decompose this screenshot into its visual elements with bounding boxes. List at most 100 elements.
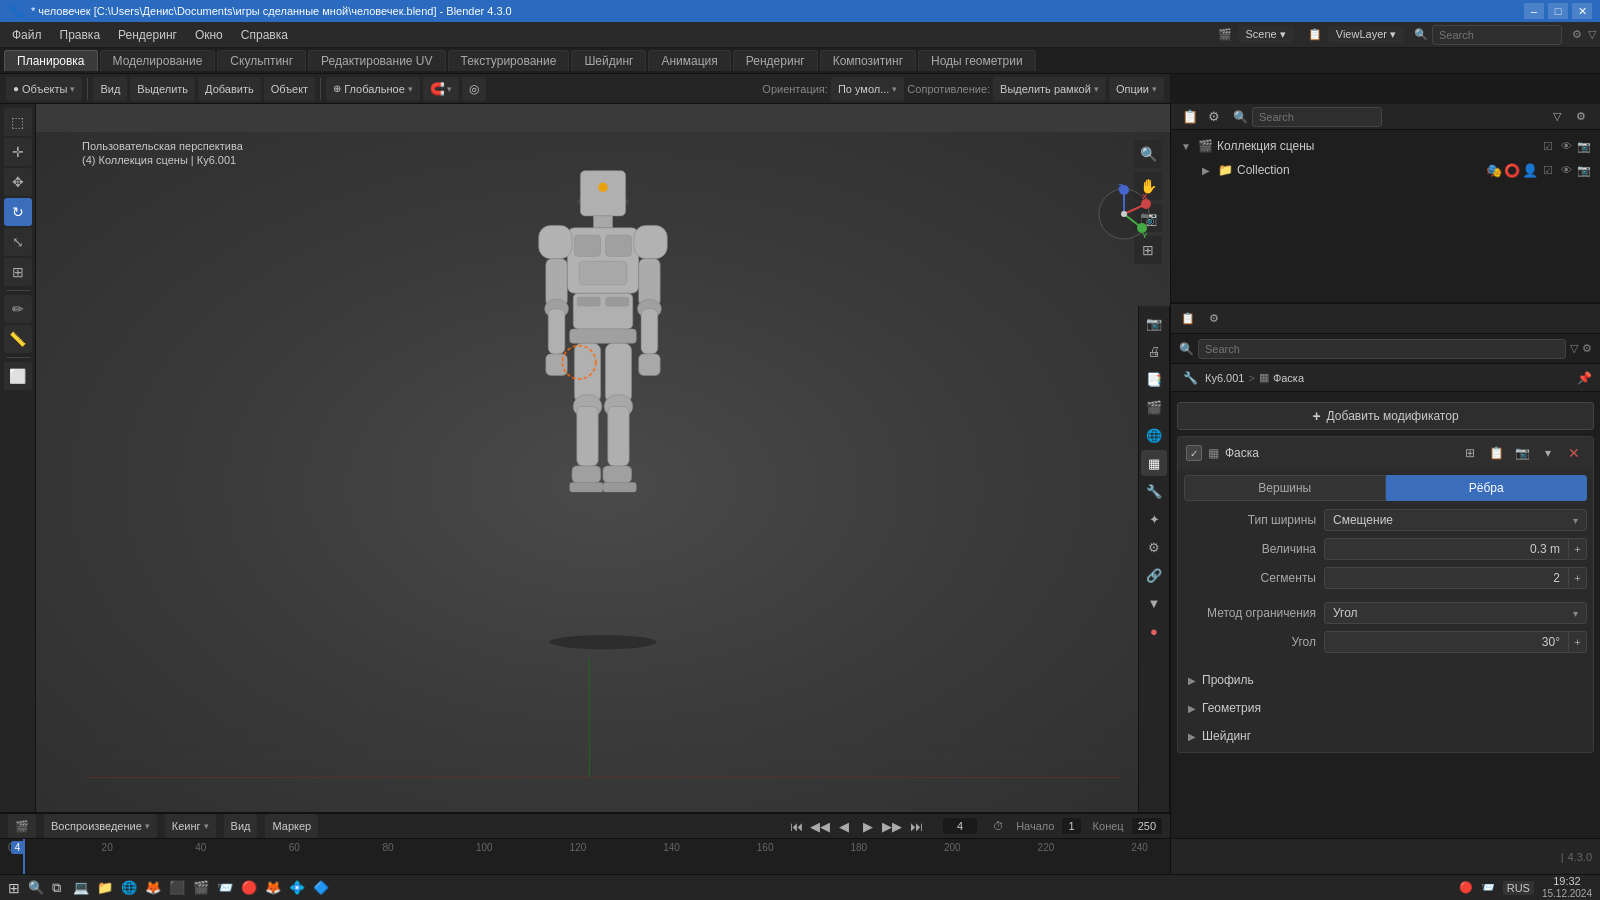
- collection-icon2[interactable]: ⭕: [1504, 162, 1520, 178]
- field-segments-value[interactable]: 2: [1324, 567, 1569, 589]
- marker-btn[interactable]: Маркер: [265, 814, 318, 838]
- field-width-type-value[interactable]: Смещение: [1324, 509, 1587, 531]
- app-icon-1[interactable]: 💻: [73, 880, 89, 895]
- workspace-tab-animation[interactable]: Анимация: [648, 50, 730, 71]
- prop-settings-icon[interactable]: ⚙: [1582, 342, 1592, 355]
- modifier-icon-camera[interactable]: 📷: [1511, 442, 1533, 464]
- modifier-dropdown-btn[interactable]: ▾: [1537, 442, 1559, 464]
- add-modifier-button[interactable]: + Добавить модификатор: [1177, 402, 1594, 430]
- modifier-delete-btn[interactable]: ✕: [1563, 442, 1585, 464]
- workspace-tab-texturing[interactable]: Текстурирование: [448, 50, 570, 71]
- view-tl-btn[interactable]: Вид: [224, 814, 258, 838]
- prop-tab-object[interactable]: ▦: [1141, 450, 1167, 476]
- tool-annotate[interactable]: ✏: [4, 295, 32, 323]
- scene-expand-icon[interactable]: ▼: [1179, 139, 1193, 153]
- timeline-view-btn[interactable]: 🎬: [8, 814, 36, 838]
- app-icon-8[interactable]: 🔴: [241, 880, 257, 895]
- prop-tab-view-layer[interactable]: 📑: [1141, 366, 1167, 392]
- scene-selector[interactable]: Scene ▾: [1238, 26, 1294, 43]
- maximize-button[interactable]: □: [1548, 3, 1568, 19]
- menu-edit[interactable]: Правка: [52, 26, 109, 44]
- profile-collapse-header[interactable]: ▶ Профиль: [1184, 668, 1587, 692]
- menu-render[interactable]: Рендеринг: [110, 26, 185, 44]
- outliner-icon-filter[interactable]: ⚙: [1203, 106, 1225, 128]
- modifier-icon-display[interactable]: 📋: [1485, 442, 1507, 464]
- select-menu-btn[interactable]: Выделить: [130, 77, 195, 101]
- tl-next-frame[interactable]: ▶▶: [881, 815, 903, 837]
- app-icon-4[interactable]: 🦊: [145, 880, 161, 895]
- timeline-scrubber[interactable]: 0 20 40 60 80 100 120 140 160 180 200 22…: [0, 838, 1170, 874]
- prop-display-icon[interactable]: 📋: [1177, 308, 1199, 330]
- prop-tab-modifier[interactable]: 🔧: [1141, 478, 1167, 504]
- outliner-filter-icon[interactable]: ▽: [1546, 106, 1568, 128]
- field-limit-method-value[interactable]: Угол: [1324, 602, 1587, 624]
- zoom-in-tool[interactable]: 🔍: [1134, 140, 1162, 168]
- collection-icon1[interactable]: 🎭: [1486, 162, 1502, 178]
- shading-collapse-header[interactable]: ▶ Шейдинг: [1184, 724, 1587, 748]
- collection-icon3[interactable]: 👤: [1522, 162, 1538, 178]
- proportional-editing-btn[interactable]: ◎: [462, 77, 486, 101]
- outliner-icon-display[interactable]: 📋: [1179, 106, 1201, 128]
- tl-prev-frame[interactable]: ◀: [833, 815, 855, 837]
- render-icon[interactable]: 📷: [1576, 138, 1592, 154]
- end-value[interactable]: 250: [1132, 818, 1162, 834]
- snap-btn[interactable]: 🧲 ▾: [423, 77, 459, 101]
- workspace-tab-compositing[interactable]: Композитинг: [820, 50, 916, 71]
- modifier-checkbox[interactable]: ✓: [1186, 445, 1202, 461]
- close-button[interactable]: ✕: [1572, 3, 1592, 19]
- tool-add[interactable]: ⬜: [4, 362, 32, 390]
- viewlayer-selector[interactable]: ViewLayer ▾: [1328, 26, 1404, 43]
- app-icon-9[interactable]: 🦊: [265, 880, 281, 895]
- app-icon-2[interactable]: 📁: [97, 880, 113, 895]
- prop-tab-constraints[interactable]: 🔗: [1141, 562, 1167, 588]
- field-segments-increment[interactable]: +: [1569, 567, 1587, 589]
- minimize-button[interactable]: –: [1524, 3, 1544, 19]
- object-menu-btn[interactable]: Объект: [264, 77, 315, 101]
- tool-cursor[interactable]: ✛: [4, 138, 32, 166]
- system-icon-2[interactable]: 📨: [1481, 881, 1495, 894]
- prop-tab-world[interactable]: 🌐: [1141, 422, 1167, 448]
- object-mode-btn[interactable]: ● Объекты ▾: [6, 77, 82, 101]
- prop-tab-particles[interactable]: ✦: [1141, 506, 1167, 532]
- prop-tab-render[interactable]: 📷: [1141, 310, 1167, 336]
- field-amount-increment[interactable]: +: [1569, 538, 1587, 560]
- field-angle-value[interactable]: 30°: [1324, 631, 1569, 653]
- search-taskbar-icon[interactable]: 🔍: [28, 880, 44, 895]
- app-icon-10[interactable]: 💠: [289, 880, 305, 895]
- field-amount-value[interactable]: 0.3 m: [1324, 538, 1569, 560]
- tl-prev-key[interactable]: ◀◀: [809, 815, 831, 837]
- modifier-tab-edges[interactable]: Рёбра: [1386, 475, 1588, 501]
- prop-tab-scene[interactable]: 🎬: [1141, 394, 1167, 420]
- taskview-icon[interactable]: ⧉: [52, 880, 61, 896]
- menu-file[interactable]: Файл: [4, 26, 50, 44]
- geometry-collapse-header[interactable]: ▶ Геометрия: [1184, 696, 1587, 720]
- tl-play[interactable]: ▶: [857, 815, 879, 837]
- add-menu-btn[interactable]: Добавить: [198, 77, 261, 101]
- workspace-tab-rendering[interactable]: Рендеринг: [733, 50, 818, 71]
- collection-render[interactable]: 📷: [1576, 162, 1592, 178]
- orientation-value-btn[interactable]: По умол... ▾: [831, 77, 904, 101]
- viewport-3d[interactable]: Пользовательская перспектива (4) Коллекц…: [36, 104, 1170, 838]
- start-value[interactable]: 1: [1062, 818, 1080, 834]
- tool-rotate[interactable]: ↻: [4, 198, 32, 226]
- prop-filter-icon[interactable]: ⚙: [1203, 308, 1225, 330]
- keying-btn[interactable]: Кеинг ▾: [165, 814, 216, 838]
- transform-orientation-btn[interactable]: ⊕ Глобальное ▾: [326, 77, 420, 101]
- menu-search-input[interactable]: [1432, 25, 1562, 45]
- prop-search-input[interactable]: [1198, 339, 1566, 359]
- blender-icon[interactable]: 🔷: [313, 880, 329, 895]
- collection-vis[interactable]: ☑: [1540, 162, 1556, 178]
- app-icon-5[interactable]: ⬛: [169, 880, 185, 895]
- eye-icon[interactable]: 👁: [1558, 138, 1574, 154]
- prop-tab-physics[interactable]: ⚙: [1141, 534, 1167, 560]
- prop-filter-icon2[interactable]: ▽: [1570, 342, 1578, 355]
- outliner-settings-icon[interactable]: ⚙: [1570, 106, 1592, 128]
- outliner-search-input[interactable]: [1252, 107, 1382, 127]
- menu-help[interactable]: Справка: [233, 26, 296, 44]
- tool-select[interactable]: ⬚: [4, 108, 32, 136]
- select-method-btn[interactable]: Выделить рамкой ▾: [993, 77, 1106, 101]
- tool-scale[interactable]: ⤡: [4, 228, 32, 256]
- field-angle-increment[interactable]: +: [1569, 631, 1587, 653]
- tl-jump-end[interactable]: ⏭: [905, 815, 927, 837]
- tool-measure[interactable]: 📏: [4, 325, 32, 353]
